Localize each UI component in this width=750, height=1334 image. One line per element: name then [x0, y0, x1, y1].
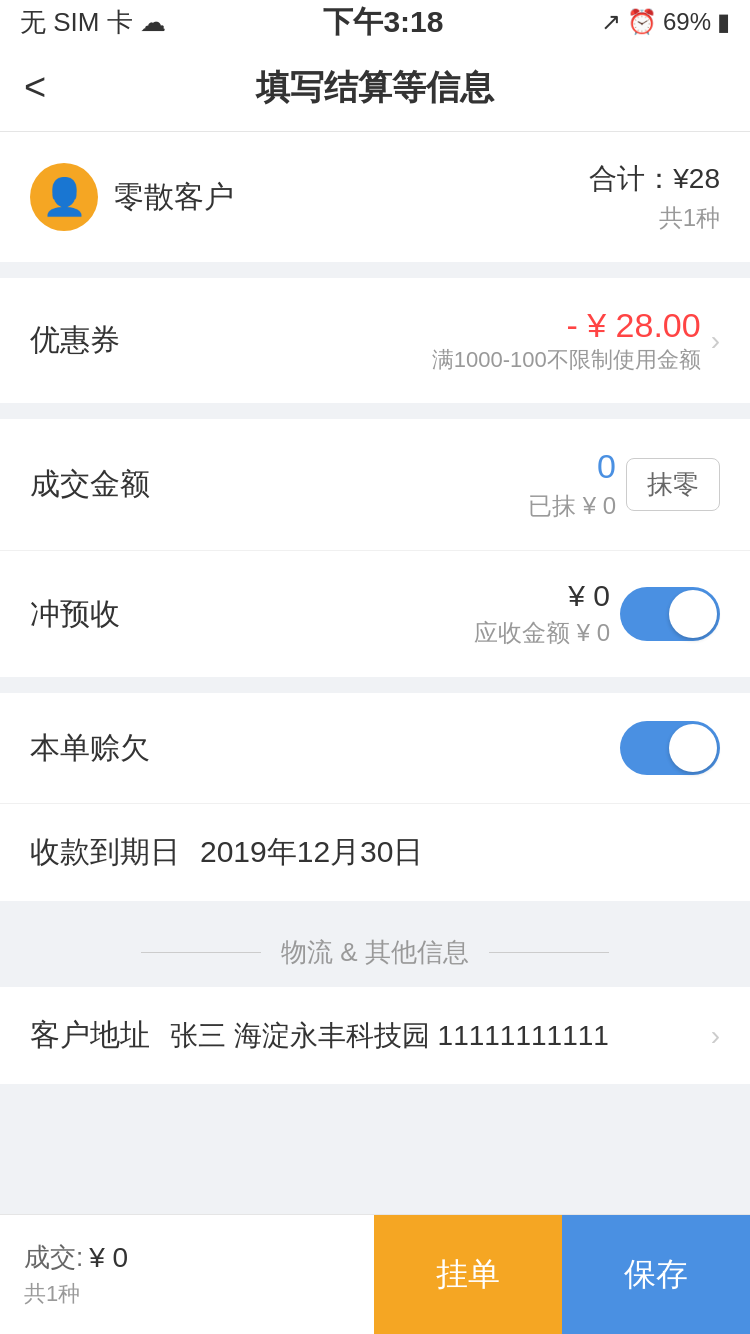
sim-status: 无 SIM 卡 ☁: [20, 5, 166, 40]
coupon-chevron-icon: ›: [711, 325, 720, 357]
alarm-icon: ⏰: [627, 8, 657, 36]
customer-name: 零散客户: [114, 177, 234, 218]
bottom-count: 共1种: [24, 1279, 350, 1309]
prepay-label: 冲预收: [30, 594, 120, 635]
prepay-value: ¥ 0: [474, 579, 610, 613]
due-date-value: 2019年12月30日: [200, 832, 423, 873]
prepay-toggle[interactable]: [620, 587, 720, 641]
logistics-label: 物流 & 其他信息: [281, 935, 469, 970]
amount-section: 成交金额 0 已抹 ¥ 0 抹零 冲预收 ¥ 0 应收金额 ¥ 0: [0, 419, 750, 677]
amount-right: 0 已抹 ¥ 0 抹零: [528, 447, 720, 522]
customer-row: 👤 零散客户 合计：¥28 共1种: [0, 132, 750, 262]
customer-summary: 合计：¥28 共1种: [589, 160, 720, 234]
amount-value-group: 0 已抹 ¥ 0: [528, 447, 616, 522]
battery-icon: ▮: [717, 8, 730, 36]
coupon-info: - ¥ 28.00 满1000-100不限制使用金额: [432, 306, 701, 375]
customer-total: 合计：¥28: [589, 160, 720, 198]
round-off-button[interactable]: 抹零: [626, 458, 720, 511]
status-bar: 无 SIM 卡 ☁ 下午3:18 ↗ ⏰ 69% ▮: [0, 0, 750, 44]
content-area: 👤 零散客户 合计：¥28 共1种 优惠券 - ¥ 28.00 满1000-10…: [0, 132, 750, 1220]
coupon-value: - ¥ 28.00: [432, 306, 701, 345]
coupon-right: - ¥ 28.00 满1000-100不限制使用金额 ›: [432, 306, 720, 375]
hang-button[interactable]: 挂单: [374, 1215, 562, 1334]
back-button[interactable]: <: [24, 66, 46, 109]
save-button[interactable]: 保存: [562, 1215, 750, 1334]
coupon-section: 优惠券 - ¥ 28.00 满1000-100不限制使用金额 ›: [0, 278, 750, 403]
coupon-label: 优惠券: [30, 320, 120, 361]
bottom-bar: 成交: ¥ 0 共1种 挂单 保存: [0, 1214, 750, 1334]
credit-toggle[interactable]: [620, 721, 720, 775]
amount-sub: 已抹 ¥ 0: [528, 490, 616, 522]
page-title: 填写结算等信息: [256, 65, 494, 111]
prepay-value-group: ¥ 0 应收金额 ¥ 0: [474, 579, 610, 649]
logistics-divider: 物流 & 其他信息: [0, 917, 750, 987]
divider-label: 物流 & 其他信息: [141, 935, 609, 970]
credit-toggle-knob: [669, 724, 717, 772]
amount-value: 0: [528, 447, 616, 486]
address-section: 客户地址 张三 海淀永丰科技园 11111111111 ›: [0, 987, 750, 1084]
bottom-amount-label: 成交:: [24, 1240, 83, 1275]
credit-section: 本单赊欠 收款到期日 2019年12月30日: [0, 693, 750, 901]
status-left: 无 SIM 卡 ☁: [20, 5, 166, 40]
amount-label: 成交金额: [30, 464, 150, 505]
prepay-right: ¥ 0 应收金额 ¥ 0: [474, 579, 720, 649]
customer-avatar: 👤: [30, 163, 98, 231]
divider-line-right: [489, 952, 609, 953]
coupon-sub: 满1000-100不限制使用金额: [432, 345, 701, 375]
credit-right: [620, 721, 720, 775]
coupon-row[interactable]: 优惠券 - ¥ 28.00 满1000-100不限制使用金额 ›: [0, 278, 750, 403]
prepay-sub: 应收金额 ¥ 0: [474, 617, 610, 649]
address-row[interactable]: 客户地址 张三 海淀永丰科技园 11111111111 ›: [0, 987, 750, 1084]
address-chevron-icon: ›: [711, 1020, 720, 1052]
credit-row: 本单赊欠: [0, 693, 750, 803]
address-label: 客户地址: [30, 1015, 150, 1056]
bottom-amount-value: ¥ 0: [89, 1242, 128, 1274]
nav-bar: < 填写结算等信息: [0, 44, 750, 132]
prepay-toggle-knob: [669, 590, 717, 638]
due-date-label: 收款到期日: [30, 832, 180, 873]
avatar-icon: 👤: [42, 176, 87, 218]
transaction-amount-row: 成交金额 0 已抹 ¥ 0 抹零: [0, 419, 750, 550]
due-date-row[interactable]: 收款到期日 2019年12月30日: [0, 803, 750, 901]
credit-label: 本单赊欠: [30, 728, 150, 769]
bottom-amount: 成交: ¥ 0: [24, 1240, 350, 1275]
status-right: ↗ ⏰ 69% ▮: [601, 8, 730, 36]
battery-level: 69%: [663, 8, 711, 36]
status-time: 下午3:18: [323, 2, 443, 43]
customer-section: 👤 零散客户 合计：¥28 共1种: [0, 132, 750, 262]
customer-count: 共1种: [589, 202, 720, 234]
bottom-info: 成交: ¥ 0 共1种: [0, 1215, 374, 1334]
customer-left: 👤 零散客户: [30, 163, 234, 231]
prepay-row: 冲预收 ¥ 0 应收金额 ¥ 0: [0, 550, 750, 677]
divider-line-left: [141, 952, 261, 953]
address-value: 张三 海淀永丰科技园 11111111111: [170, 1017, 711, 1055]
location-icon: ↗: [601, 8, 621, 36]
